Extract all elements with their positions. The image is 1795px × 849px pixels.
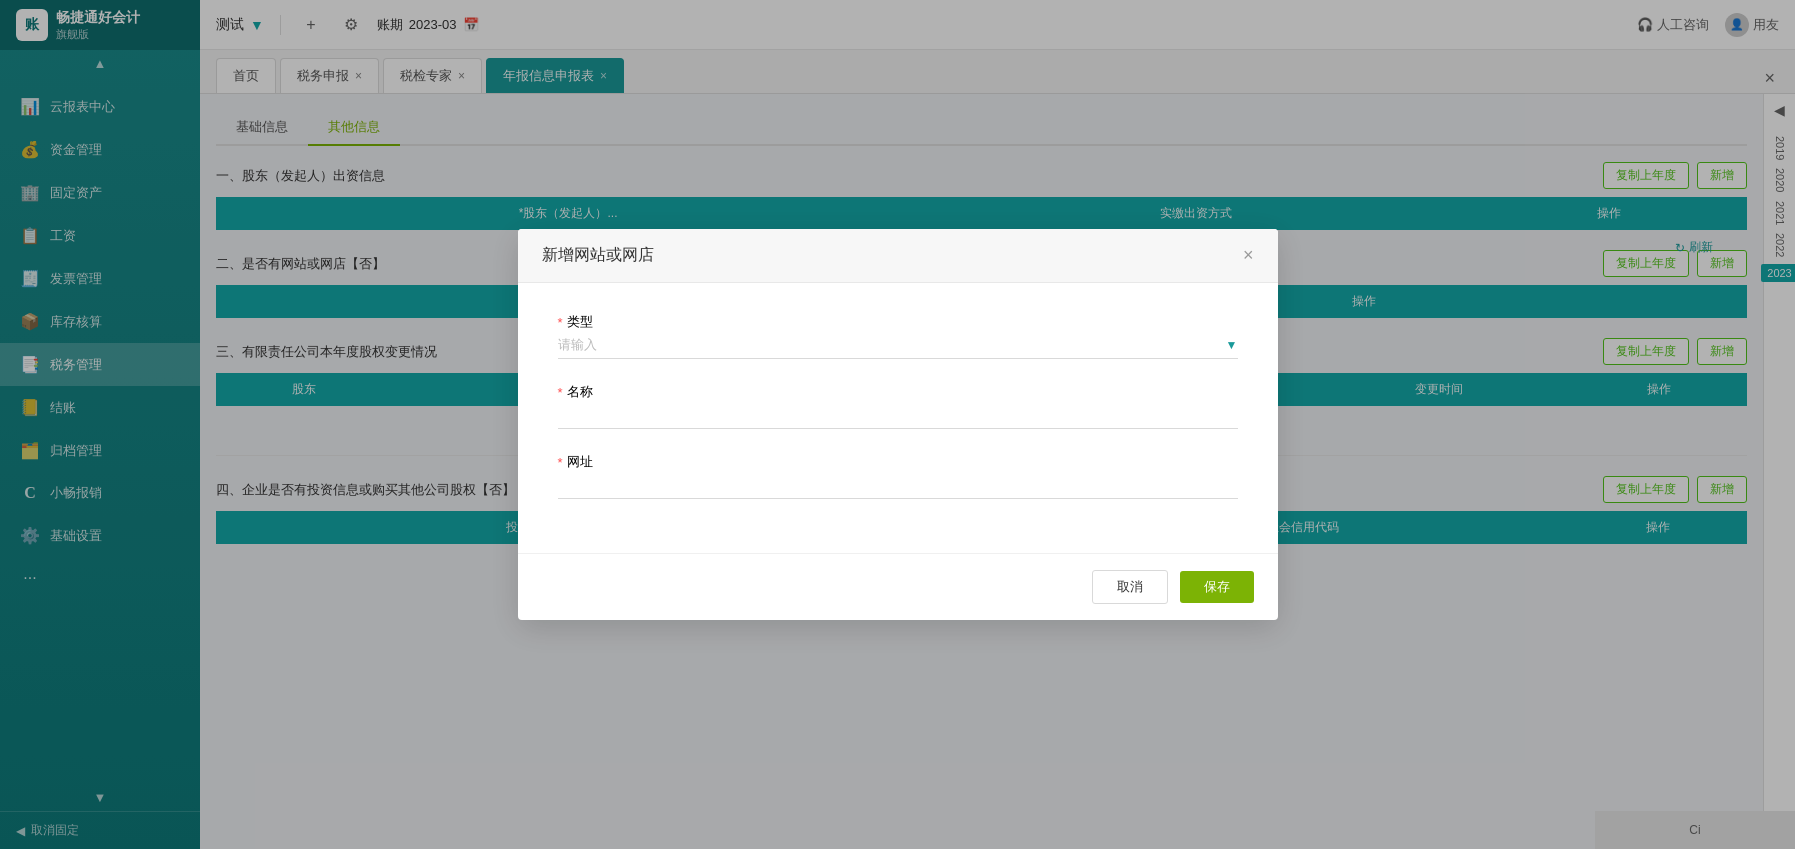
modal-title: 新增网站或网店 — [542, 245, 654, 266]
modal-overlay: 新增网站或网店 × * 类型 ▼ * 名称 — [0, 0, 1795, 849]
form-row-type: * 类型 ▼ — [558, 313, 1238, 359]
cancel-button[interactable]: 取消 — [1092, 570, 1168, 604]
type-input-wrap: ▼ — [558, 331, 1238, 359]
type-input[interactable] — [558, 331, 1238, 359]
modal-footer: 取消 保存 — [518, 553, 1278, 620]
name-input[interactable] — [558, 401, 1238, 429]
url-input[interactable] — [558, 471, 1238, 499]
modal-header: 新增网站或网店 × — [518, 229, 1278, 283]
required-mark: * — [558, 315, 563, 330]
modal-body: * 类型 ▼ * 名称 * — [518, 283, 1278, 553]
name-input-wrap — [558, 401, 1238, 429]
required-mark3: * — [558, 455, 563, 470]
dropdown-arrow-icon[interactable]: ▼ — [1226, 338, 1238, 352]
form-label-type: * 类型 — [558, 313, 1238, 331]
required-mark2: * — [558, 385, 563, 400]
add-website-modal: 新增网站或网店 × * 类型 ▼ * 名称 — [518, 229, 1278, 620]
form-label-url: * 网址 — [558, 453, 1238, 471]
form-row-url: * 网址 — [558, 453, 1238, 499]
form-label-name: * 名称 — [558, 383, 1238, 401]
save-button[interactable]: 保存 — [1180, 571, 1254, 603]
modal-close-btn[interactable]: × — [1243, 245, 1254, 266]
url-input-wrap — [558, 471, 1238, 499]
form-row-name: * 名称 — [558, 383, 1238, 429]
